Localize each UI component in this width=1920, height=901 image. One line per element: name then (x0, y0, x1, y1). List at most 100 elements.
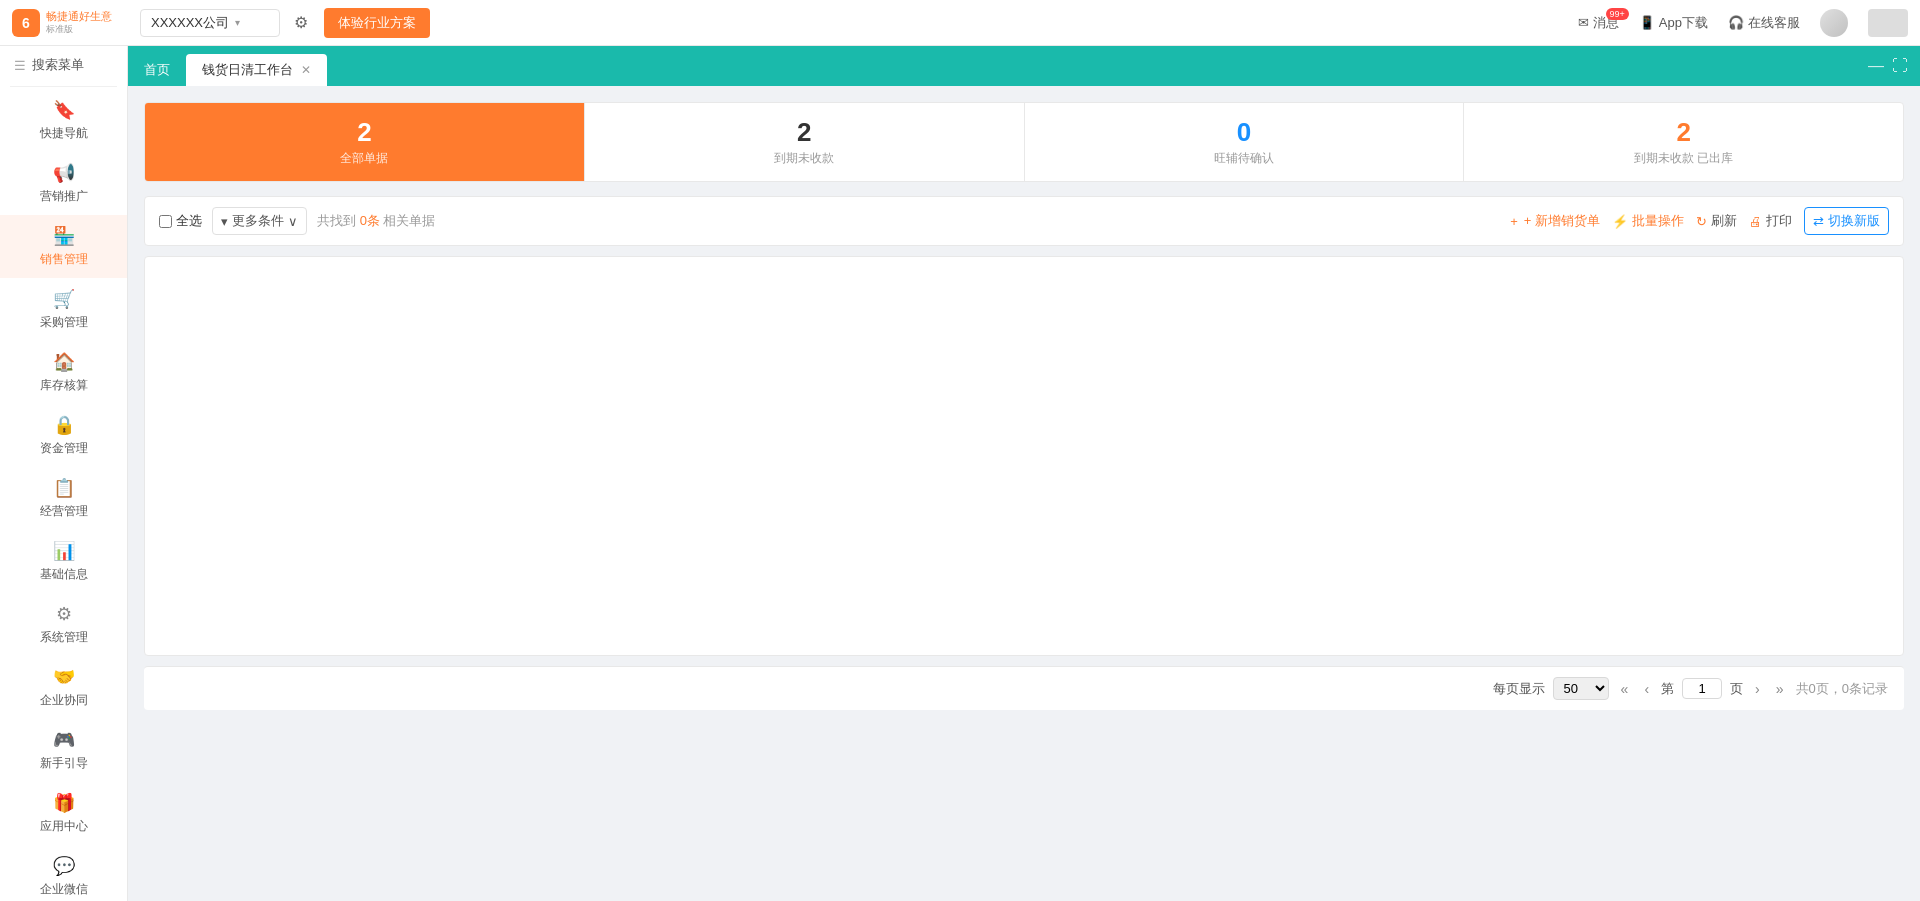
tab-home-label: 首页 (144, 61, 170, 79)
stat-number-overdue-shipped: 2 (1480, 117, 1887, 148)
marketing-icon: 📢 (53, 162, 75, 184)
sidebar: ☰ 搜索菜单 🔖 快捷导航 📢 营销推广 🏪 销售管理 🛒 采购管理 🏠 库存核… (0, 46, 128, 901)
trial-button[interactable]: 体验行业方案 (324, 8, 430, 38)
tab-workbench[interactable]: 钱货日清工作台 ✕ (186, 54, 327, 86)
inventory-icon: 🏠 (53, 351, 75, 373)
company-dropdown-arrow: ▾ (235, 17, 240, 28)
switch-version-button[interactable]: ⇄ 切换新版 (1804, 207, 1889, 235)
app-name: 畅捷通好生意 (46, 9, 112, 23)
user-name-display (1868, 9, 1908, 37)
batch-op-icon: ⚡ (1612, 214, 1628, 229)
top-header: 6 畅捷通好生意 标准版 XXXXXX公司 ▾ ⚙ 体验行业方案 ✉ 消息 99… (0, 0, 1920, 46)
company-name: XXXXXX公司 (151, 14, 229, 32)
stat-card-wangpu[interactable]: 0 旺辅待确认 (1025, 103, 1465, 181)
stat-number-overdue: 2 (601, 117, 1008, 148)
select-all-checkbox[interactable]: 全选 (159, 212, 202, 230)
stat-label-overdue-shipped: 到期未收款 已出库 (1480, 150, 1887, 167)
first-page-btn[interactable]: « (1617, 679, 1633, 699)
tab-bar-actions: — ⛶ (1868, 46, 1920, 86)
message-badge: 99+ (1606, 8, 1629, 20)
pagination-bar: 每页显示 50 10 20 100 « ‹ 第 页 › » 共0页，0条记录 (144, 666, 1904, 710)
sidebar-item-app-center[interactable]: 🎁 应用中心 (0, 782, 127, 845)
avatar[interactable] (1820, 9, 1848, 37)
found-count: 0条 (360, 213, 380, 228)
sidebar-item-inventory[interactable]: 🏠 库存核算 (0, 341, 127, 404)
sidebar-item-marketing[interactable]: 📢 营销推广 (0, 152, 127, 215)
sidebar-search-menu[interactable]: ☰ 搜索菜单 (0, 46, 127, 84)
toolbar-right: + + 新增销货单 ⚡ 批量操作 ↻ 刷新 🖨 打印 (1510, 207, 1889, 235)
per-page-label: 每页显示 (1493, 680, 1545, 698)
stat-number-wangpu: 0 (1041, 117, 1448, 148)
purchase-label: 采购管理 (40, 314, 88, 331)
select-all-input[interactable] (159, 215, 172, 228)
refresh-button[interactable]: ↻ 刷新 (1696, 212, 1737, 230)
logo-icon: 6 (12, 9, 40, 37)
settings-icon[interactable]: ⚙ (290, 9, 312, 36)
company-selector[interactable]: XXXXXX公司 ▾ (140, 9, 280, 37)
sidebar-item-purchase[interactable]: 🛒 采购管理 (0, 278, 127, 341)
operations-label: 经营管理 (40, 503, 88, 520)
toolbar: 全选 ▾ 更多条件 ∨ 共找到 0条 相关单据 + (144, 196, 1904, 246)
sidebar-divider-1 (10, 86, 117, 87)
filter-label: 更多条件 (232, 212, 284, 230)
tab-bar: 首页 钱货日清工作台 ✕ — ⛶ (128, 46, 1920, 86)
table-container (144, 256, 1904, 656)
stat-card-overdue-shipped[interactable]: 2 到期未收款 已出库 (1464, 103, 1903, 181)
guide-icon: 🎮 (53, 729, 75, 751)
finance-label: 资金管理 (40, 440, 88, 457)
app-center-icon: 🎁 (53, 792, 75, 814)
sidebar-item-operations[interactable]: 📋 经营管理 (0, 467, 127, 530)
sales-label: 销售管理 (40, 251, 88, 268)
cooperation-label: 企业协同 (40, 692, 88, 709)
operations-icon: 📋 (53, 477, 75, 499)
basic-info-label: 基础信息 (40, 566, 88, 583)
tab-expand-icon[interactable]: ⛶ (1892, 57, 1908, 75)
stat-label-all: 全部单据 (161, 150, 568, 167)
new-sale-button[interactable]: + + 新增销货单 (1510, 212, 1600, 230)
tab-minimize-icon[interactable]: — (1868, 57, 1884, 75)
sidebar-item-sales[interactable]: 🏪 销售管理 (0, 215, 127, 278)
tab-home[interactable]: 首页 (128, 54, 186, 86)
stat-card-all[interactable]: 2 全部单据 (145, 103, 585, 181)
search-menu-label: 搜索菜单 (32, 56, 84, 74)
switch-icon: ⇄ (1813, 214, 1824, 229)
batch-op-button[interactable]: ⚡ 批量操作 (1612, 212, 1684, 230)
tab-close-icon[interactable]: ✕ (301, 63, 311, 77)
sidebar-item-finance[interactable]: 🔒 资金管理 (0, 404, 127, 467)
sidebar-item-quick-nav[interactable]: 🔖 快捷导航 (0, 89, 127, 152)
toolbar-left: 全选 ▾ 更多条件 ∨ 共找到 0条 相关单据 (159, 207, 1500, 235)
next-page-btn[interactable]: › (1751, 679, 1764, 699)
marketing-label: 营销推广 (40, 188, 88, 205)
print-button[interactable]: 🖨 打印 (1749, 212, 1792, 230)
filter-icon: ▾ (221, 214, 228, 229)
page-suffix: 页 (1730, 680, 1743, 698)
sidebar-item-weixin[interactable]: 💬 企业微信 (0, 845, 127, 901)
online-service-button[interactable]: 🎧 在线客服 (1728, 14, 1800, 32)
app-download-button[interactable]: 📱 App下载 (1639, 14, 1708, 32)
filter-chevron-icon: ∨ (288, 214, 298, 229)
per-page-select[interactable]: 50 10 20 100 (1553, 677, 1609, 700)
refresh-icon: ↻ (1696, 214, 1707, 229)
select-all-label: 全选 (176, 212, 202, 230)
sidebar-item-basic-info[interactable]: 📊 基础信息 (0, 530, 127, 593)
guide-label: 新手引导 (40, 755, 88, 772)
last-page-btn[interactable]: » (1772, 679, 1788, 699)
content-area: 首页 钱货日清工作台 ✕ — ⛶ 2 全部单据 2 到期未收款 (128, 46, 1920, 901)
quick-nav-label: 快捷导航 (40, 125, 88, 142)
sidebar-item-cooperation[interactable]: 🤝 企业协同 (0, 656, 127, 719)
main-layout: ☰ 搜索菜单 🔖 快捷导航 📢 营销推广 🏪 销售管理 🛒 采购管理 🏠 库存核… (0, 46, 1920, 901)
finance-icon: 🔒 (53, 414, 75, 436)
cooperation-icon: 🤝 (53, 666, 75, 688)
message-button[interactable]: ✉ 消息 99+ (1578, 14, 1619, 32)
sidebar-item-guide[interactable]: 🎮 新手引导 (0, 719, 127, 782)
app-badge: 标准版 (46, 23, 112, 36)
sidebar-item-system[interactable]: ⚙ 系统管理 (0, 593, 127, 656)
stat-number-all: 2 (161, 117, 568, 148)
weixin-label: 企业微信 (40, 881, 88, 898)
page-input[interactable] (1682, 678, 1722, 699)
filter-button[interactable]: ▾ 更多条件 ∨ (212, 207, 307, 235)
stat-card-overdue[interactable]: 2 到期未收款 (585, 103, 1025, 181)
weixin-icon: 💬 (53, 855, 75, 877)
new-sale-icon: + (1510, 214, 1518, 229)
prev-page-btn[interactable]: ‹ (1640, 679, 1653, 699)
